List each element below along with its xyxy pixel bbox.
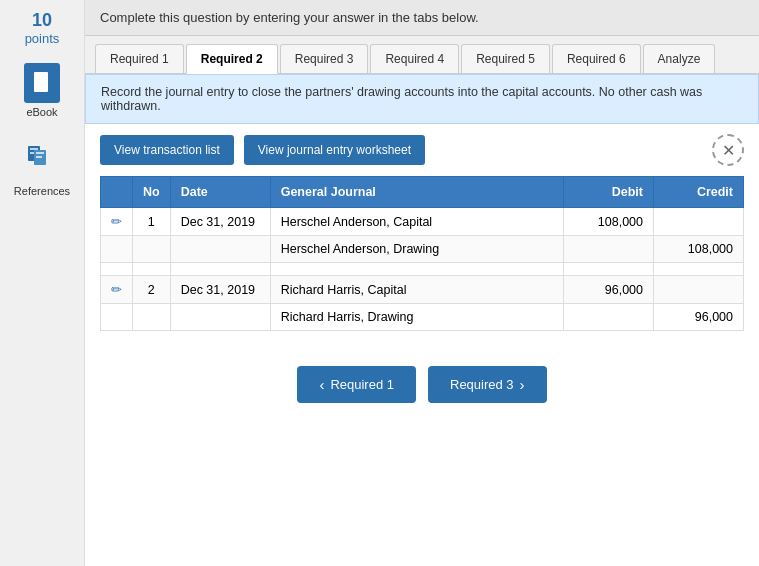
close-icon: ✕ [722, 141, 735, 160]
points-number: 10 [25, 10, 60, 31]
row-no [133, 236, 171, 263]
tab-required-1[interactable]: Required 1 [95, 44, 184, 73]
main-content: Complete this question by entering your … [85, 0, 759, 566]
next-label: Required 3 [450, 377, 514, 392]
row-credit: 108,000 [654, 236, 744, 263]
sidebar: 10 points eBook References [0, 0, 85, 566]
content-area: Record the journal entry to close the pa… [85, 74, 759, 566]
toolbar: View transaction list View journal entry… [85, 124, 759, 176]
row-no [133, 263, 171, 276]
row-journal [270, 263, 563, 276]
row-credit [654, 263, 744, 276]
row-date [170, 263, 270, 276]
svg-rect-3 [36, 84, 45, 86]
instruction-bar: Record the journal entry to close the pa… [85, 74, 759, 124]
col-credit: Credit [654, 177, 744, 208]
edit-icon[interactable]: ✏ [111, 282, 122, 297]
tab-required-2[interactable]: Required 2 [186, 44, 278, 74]
tab-required-6[interactable]: Required 6 [552, 44, 641, 73]
col-journal: General Journal [270, 177, 563, 208]
sidebar-item-ebook[interactable]: eBook [24, 63, 60, 118]
row-no: 2 [133, 276, 171, 304]
row-journal[interactable]: Herschel Anderson, Capital [270, 208, 563, 236]
row-edit-cell: ✏ [101, 276, 133, 304]
row-date [170, 304, 270, 331]
col-no: No [133, 177, 171, 208]
next-arrow-icon: › [520, 376, 525, 393]
view-transaction-btn[interactable]: View transaction list [100, 135, 234, 165]
points-display: 10 points [25, 10, 60, 46]
row-journal[interactable]: Richard Harris, Drawing [270, 304, 563, 331]
row-debit [564, 236, 654, 263]
row-debit: 96,000 [564, 276, 654, 304]
row-journal[interactable]: Richard Harris, Capital [270, 276, 563, 304]
row-debit: 108,000 [564, 208, 654, 236]
next-button[interactable]: Required 3 › [428, 366, 547, 403]
tab-required-4[interactable]: Required 4 [370, 44, 459, 73]
view-journal-btn[interactable]: View journal entry worksheet [244, 135, 425, 165]
row-date [170, 236, 270, 263]
row-debit [564, 304, 654, 331]
row-edit-cell: ✏ [101, 208, 133, 236]
col-edit [101, 177, 133, 208]
table-row: Richard Harris, Drawing 96,000 [101, 304, 744, 331]
svg-rect-8 [36, 152, 44, 154]
svg-rect-2 [36, 80, 44, 82]
sidebar-item-references[interactable]: References [14, 142, 70, 197]
table-row: Herschel Anderson, Drawing 108,000 [101, 236, 744, 263]
nav-buttons: ‹ Required 1 Required 3 › [85, 346, 759, 413]
tab-analyze[interactable]: Analyze [643, 44, 716, 73]
table-container: No Date General Journal Debit Credit ✏ 1 [85, 176, 759, 346]
row-date: Dec 31, 2019 [170, 276, 270, 304]
tabs-container: Required 1 Required 2 Required 3 Require… [85, 36, 759, 74]
prev-label: Required 1 [330, 377, 394, 392]
svg-rect-5 [30, 148, 38, 150]
table-row [101, 263, 744, 276]
row-journal[interactable]: Herschel Anderson, Drawing [270, 236, 563, 263]
col-debit: Debit [564, 177, 654, 208]
row-no: 1 [133, 208, 171, 236]
col-date: Date [170, 177, 270, 208]
svg-rect-9 [36, 156, 42, 158]
ebook-label: eBook [26, 106, 57, 118]
row-edit-cell [101, 236, 133, 263]
close-button[interactable]: ✕ [712, 134, 744, 166]
row-credit: 96,000 [654, 304, 744, 331]
ebook-icon [24, 63, 60, 103]
tab-required-3[interactable]: Required 3 [280, 44, 369, 73]
prev-button[interactable]: ‹ Required 1 [297, 366, 416, 403]
journal-table: No Date General Journal Debit Credit ✏ 1 [100, 176, 744, 331]
table-row: ✏ 1 Dec 31, 2019 Herschel Anderson, Capi… [101, 208, 744, 236]
references-icon [24, 142, 60, 182]
row-no [133, 304, 171, 331]
references-label: References [14, 185, 70, 197]
svg-rect-1 [36, 76, 46, 78]
row-edit-cell [101, 304, 133, 331]
row-credit [654, 208, 744, 236]
row-debit [564, 263, 654, 276]
tab-required-5[interactable]: Required 5 [461, 44, 550, 73]
header-instruction: Complete this question by entering your … [85, 0, 759, 36]
row-credit [654, 276, 744, 304]
row-date: Dec 31, 2019 [170, 208, 270, 236]
row-edit-cell [101, 263, 133, 276]
edit-icon[interactable]: ✏ [111, 214, 122, 229]
points-label: points [25, 31, 60, 46]
prev-arrow-icon: ‹ [319, 376, 324, 393]
table-row: ✏ 2 Dec 31, 2019 Richard Harris, Capital… [101, 276, 744, 304]
